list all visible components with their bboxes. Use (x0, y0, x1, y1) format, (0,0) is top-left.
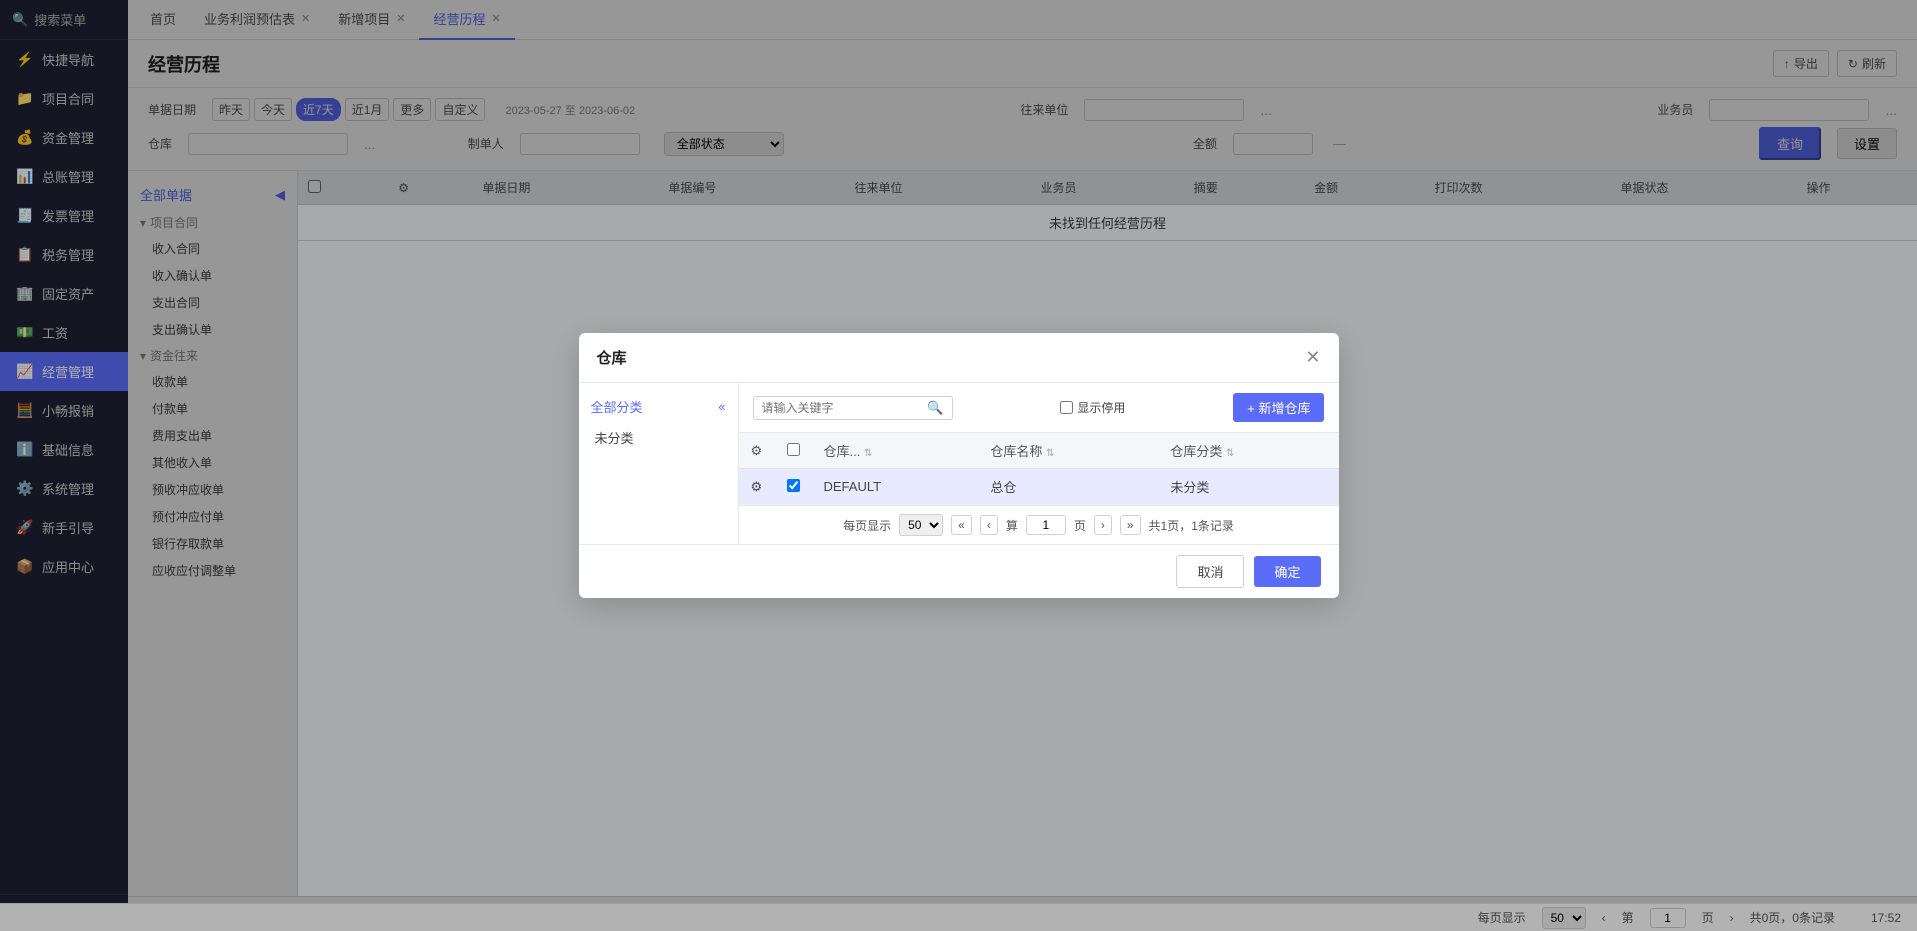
modal-col-settings[interactable]: ⚙ (739, 433, 775, 469)
modal-col-category: 仓库分类 ⇅ (1158, 433, 1338, 469)
sort-name-icon[interactable]: ⇅ (1046, 448, 1054, 459)
modal-overlay: 仓库 ✕ 全部分类 « 未分类 🔍 (0, 0, 1917, 931)
modal-left-panel: 全部分类 « 未分类 (579, 383, 739, 544)
modal-prev-btn[interactable]: ‹ (980, 515, 998, 535)
modal-last-btn[interactable]: » (1120, 515, 1141, 535)
modal-next-btn[interactable]: › (1094, 515, 1112, 535)
modal-search-icon: 🔍 (927, 400, 943, 416)
all-categories-label[interactable]: 全部分类 (591, 397, 643, 416)
modal-per-page-select[interactable]: 50 (899, 514, 943, 536)
modal-right-panel: 🔍 显示停用 + 新增仓库 ⚙ (739, 383, 1339, 544)
modal-first-btn[interactable]: « (951, 515, 972, 535)
table-row[interactable]: ⚙ DEFAULT 总仓 未分类 (739, 469, 1339, 505)
modal-confirm-button[interactable]: 确定 (1254, 556, 1320, 587)
modal-left-header: 全部分类 « (579, 391, 738, 422)
sort-category-icon[interactable]: ⇅ (1226, 448, 1234, 459)
modal-col-checkbox[interactable] (775, 433, 812, 469)
show-disabled-label[interactable]: 显示停用 (1060, 399, 1125, 416)
modal-left-uncategorized[interactable]: 未分类 (579, 422, 738, 453)
modal-footer-actions: 取消 确定 (579, 544, 1339, 598)
modal-page-suffix: 页 (1074, 517, 1086, 534)
modal-body: 全部分类 « 未分类 🔍 显示停用 + 新增仓库 (579, 383, 1339, 544)
modal-pagination: 每页显示 50 « ‹ 算 页 › » 共1页，1条记录 (739, 505, 1339, 544)
modal-close-button[interactable]: ✕ (1305, 347, 1320, 368)
row-settings[interactable]: ⚙ (739, 469, 775, 505)
modal-toolbar: 🔍 显示停用 + 新增仓库 (739, 383, 1339, 433)
row-select-checkbox[interactable] (787, 479, 800, 492)
modal-cancel-button[interactable]: 取消 (1176, 555, 1244, 588)
modal-per-page-label: 每页显示 (843, 517, 891, 534)
modal-col-code: 仓库... ⇅ (812, 433, 979, 469)
row-code: DEFAULT (812, 469, 979, 505)
modal-search-input[interactable] (762, 401, 922, 415)
modal-page-input[interactable] (1026, 515, 1066, 535)
row-name: 总仓 (978, 469, 1158, 505)
row-category: 未分类 (1158, 469, 1338, 505)
modal-search-wrap: 🔍 (753, 396, 953, 420)
left-collapse-icon[interactable]: « (718, 399, 725, 414)
modal-total-label: 共1页，1条记录 (1149, 517, 1234, 534)
row-checkbox[interactable] (775, 469, 812, 505)
modal-table: ⚙ 仓库... ⇅ 仓库名称 ⇅ (739, 433, 1339, 505)
modal-table-wrap: ⚙ 仓库... ⇅ 仓库名称 ⇅ (739, 433, 1339, 505)
modal-header: 仓库 ✕ (579, 333, 1339, 383)
show-disabled-checkbox[interactable] (1060, 401, 1073, 414)
modal-page-prefix: 算 (1006, 517, 1018, 534)
modal-col-name: 仓库名称 ⇅ (978, 433, 1158, 469)
modal-title: 仓库 (597, 347, 627, 368)
warehouse-modal: 仓库 ✕ 全部分类 « 未分类 🔍 (579, 333, 1339, 598)
sort-code-icon[interactable]: ⇅ (864, 448, 872, 459)
add-warehouse-button[interactable]: + 新增仓库 (1233, 393, 1324, 422)
modal-select-all[interactable] (787, 443, 800, 456)
